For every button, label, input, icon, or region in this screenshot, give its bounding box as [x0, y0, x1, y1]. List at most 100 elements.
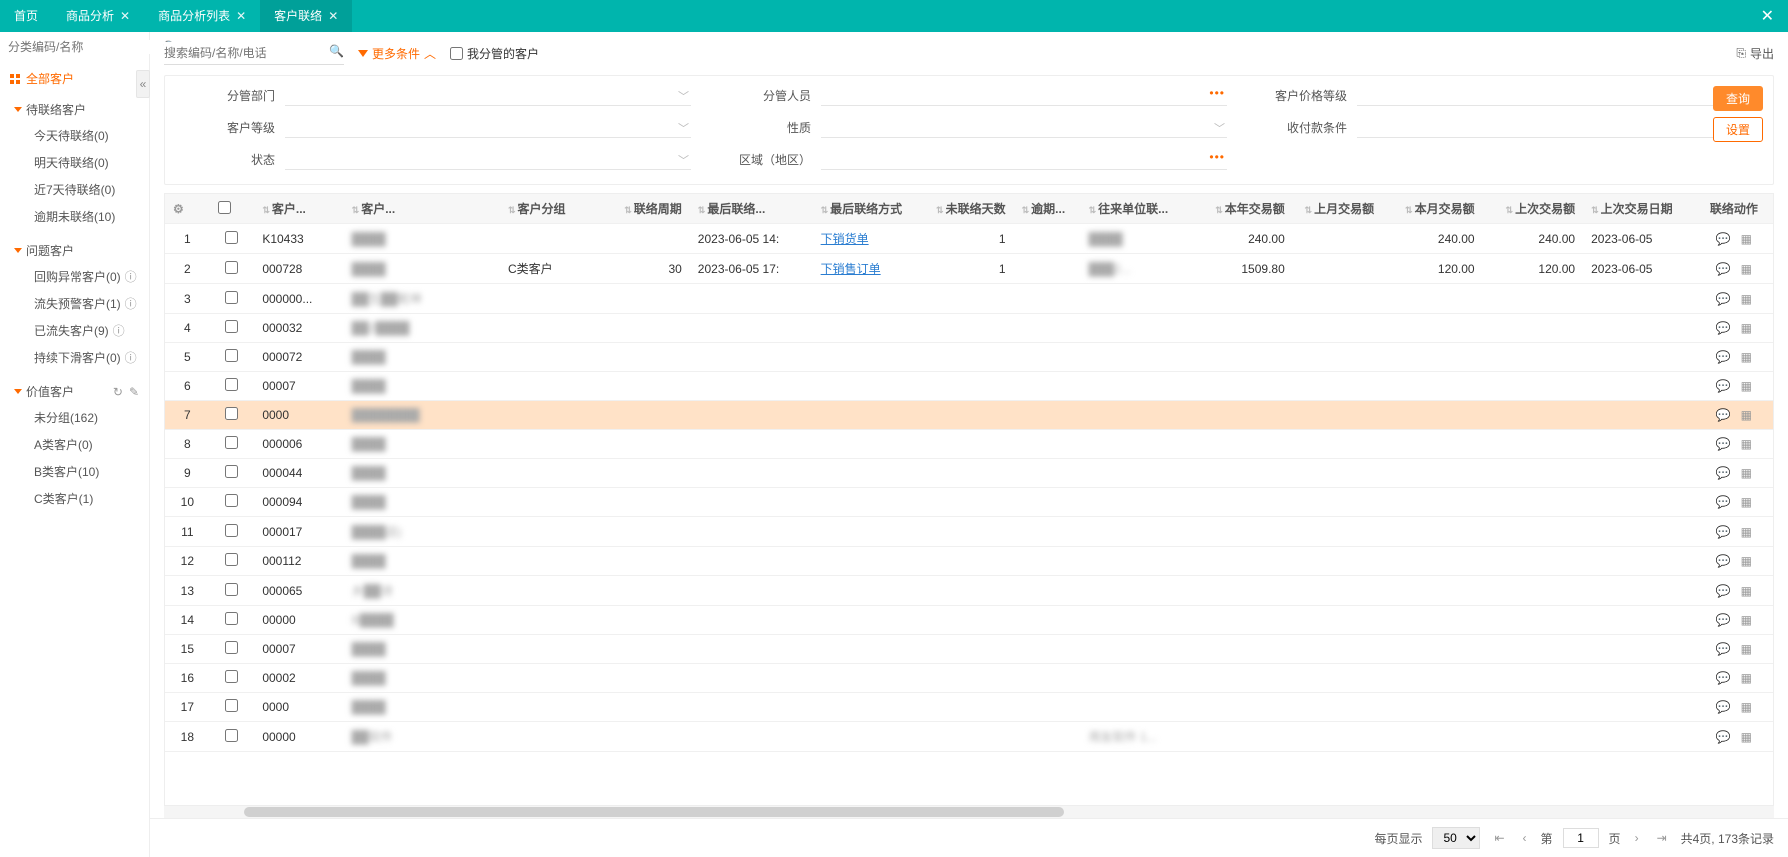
- column-header[interactable]: ⇅逾期...: [1014, 194, 1081, 224]
- column-header[interactable]: ⇅最后联络方式: [813, 194, 925, 224]
- more-action-icon[interactable]: ▦: [1741, 525, 1752, 539]
- close-icon[interactable]: ✕: [328, 0, 338, 32]
- row-checkbox[interactable]: [225, 670, 238, 683]
- sidebar-search-input[interactable]: [8, 40, 163, 54]
- row-checkbox[interactable]: [225, 291, 238, 304]
- table-row[interactable]: 600007████💬▦: [165, 372, 1773, 401]
- table-row[interactable]: 2000728████C类客户302023-06-05 17:下销售订单1███…: [165, 254, 1773, 284]
- tree-group-问题客户[interactable]: 问题客户: [0, 238, 149, 263]
- contact-action-icon[interactable]: 💬: [1716, 232, 1731, 246]
- more-action-icon[interactable]: ▦: [1741, 262, 1752, 276]
- contact-action-icon[interactable]: 💬: [1716, 525, 1731, 539]
- row-checkbox[interactable]: [225, 436, 238, 449]
- pager-first-icon[interactable]: ⇤: [1490, 831, 1508, 845]
- filter-input-客户价格等级[interactable]: ﹀: [1357, 84, 1763, 106]
- table-row[interactable]: 9000044████💬▦: [165, 459, 1773, 488]
- sort-icon[interactable]: ⇅: [1506, 205, 1514, 216]
- filter-input-收付款条件[interactable]: ﹀: [1357, 116, 1763, 138]
- contact-action-icon[interactable]: 💬: [1716, 408, 1731, 422]
- more-action-icon[interactable]: ▦: [1741, 495, 1752, 509]
- table-row[interactable]: 5000072████💬▦: [165, 343, 1773, 372]
- table-row[interactable]: 1500007████💬▦: [165, 635, 1773, 664]
- search-icon[interactable]: 🔍: [329, 44, 344, 58]
- contact-action-icon[interactable]: 💬: [1716, 642, 1731, 656]
- sort-icon[interactable]: ⇅: [1305, 205, 1313, 216]
- contact-action-icon[interactable]: 💬: [1716, 730, 1731, 744]
- tree-item[interactable]: 明天待联络(0): [0, 149, 149, 176]
- more-action-icon[interactable]: ▦: [1741, 466, 1752, 480]
- tree-item[interactable]: A类客户(0): [0, 431, 149, 458]
- tree-item[interactable]: 近7天待联络(0): [0, 176, 149, 203]
- column-header[interactable]: ⇅联络周期: [600, 194, 689, 224]
- row-checkbox[interactable]: [225, 699, 238, 712]
- contact-action-icon[interactable]: 💬: [1716, 379, 1731, 393]
- more-action-icon[interactable]: ▦: [1741, 730, 1752, 744]
- table-row[interactable]: 13000065乡██诗💬▦: [165, 576, 1773, 606]
- column-header[interactable]: ⇅上月交易额: [1293, 194, 1382, 224]
- sort-icon[interactable]: ⇅: [1215, 205, 1223, 216]
- filter-input-客户等级[interactable]: ﹀: [285, 116, 691, 138]
- tree-group-价值客户[interactable]: 价值客户↻✎: [0, 379, 149, 404]
- sort-icon[interactable]: ⇅: [1089, 205, 1097, 216]
- settings-button[interactable]: 设置: [1713, 117, 1763, 142]
- table-row[interactable]: 1600002████💬▦: [165, 664, 1773, 693]
- more-action-icon[interactable]: ▦: [1741, 671, 1752, 685]
- sidebar-collapse-handle[interactable]: «: [136, 70, 150, 98]
- more-conditions-toggle[interactable]: 更多条件 ︿: [358, 45, 436, 62]
- my-customers-checkbox[interactable]: 我分管的客户: [450, 45, 539, 62]
- chevron-down-icon[interactable]: ﹀: [1214, 120, 1225, 136]
- column-header[interactable]: ⇅往来单位联...: [1081, 194, 1193, 224]
- column-header[interactable]: ⇅本月交易额: [1382, 194, 1483, 224]
- column-header[interactable]: ⇅客户...: [344, 194, 500, 224]
- more-action-icon[interactable]: ▦: [1741, 700, 1752, 714]
- filter-input-分管人员[interactable]: •••: [821, 84, 1227, 106]
- my-customers-input[interactable]: [450, 47, 463, 60]
- tree-item[interactable]: 回购异常客户(0) ⓘ: [0, 263, 149, 290]
- more-action-icon[interactable]: ▦: [1741, 379, 1752, 393]
- tree-item[interactable]: 流失预警客户(1) ⓘ: [0, 290, 149, 317]
- more-action-icon[interactable]: ▦: [1741, 292, 1752, 306]
- row-checkbox[interactable]: [225, 407, 238, 420]
- sort-icon[interactable]: ⇅: [936, 205, 944, 216]
- sort-icon[interactable]: ⇅: [1022, 205, 1030, 216]
- close-icon[interactable]: ✕: [120, 0, 130, 32]
- table-row[interactable]: 1800000██软件用友软件 1...💬▦: [165, 722, 1773, 752]
- tab-商品分析[interactable]: 商品分析✕: [52, 0, 144, 32]
- select-all-checkbox[interactable]: [218, 201, 231, 214]
- chevron-down-icon[interactable]: ﹀: [678, 152, 689, 168]
- row-checkbox[interactable]: [225, 378, 238, 391]
- more-action-icon[interactable]: ▦: [1741, 408, 1752, 422]
- table-row[interactable]: 11000017████店)💬▦: [165, 517, 1773, 547]
- help-icon[interactable]: ⓘ: [125, 268, 137, 285]
- column-header[interactable]: ⇅上次交易额: [1483, 194, 1584, 224]
- table-row[interactable]: 70000████████💬▦: [165, 401, 1773, 430]
- last-contact-link[interactable]: 下销售订单: [821, 262, 881, 276]
- column-header[interactable]: ⇅本年交易额: [1192, 194, 1293, 224]
- table-row[interactable]: 3000000...██生██乾坤💬▦: [165, 284, 1773, 314]
- help-icon[interactable]: ⓘ: [125, 295, 137, 312]
- export-button[interactable]: ⎘ 导出: [1736, 45, 1774, 62]
- filter-input-分管部门[interactable]: ﹀: [285, 84, 691, 106]
- column-header[interactable]: ⚙: [165, 194, 210, 224]
- row-checkbox[interactable]: [225, 729, 238, 742]
- column-header[interactable]: ⇅最后联络...: [690, 194, 813, 224]
- more-action-icon[interactable]: ▦: [1741, 350, 1752, 364]
- contact-action-icon[interactable]: 💬: [1716, 671, 1731, 685]
- sort-icon[interactable]: ⇅: [698, 205, 706, 216]
- table-row[interactable]: 12000112████💬▦: [165, 547, 1773, 576]
- tree-item[interactable]: 已流失客户(9) ⓘ: [0, 317, 149, 344]
- search-input[interactable]: [164, 42, 344, 65]
- contact-action-icon[interactable]: 💬: [1716, 613, 1731, 627]
- column-header[interactable]: ⇅未联络天数: [924, 194, 1013, 224]
- tree-item[interactable]: 逾期未联络(10): [0, 203, 149, 230]
- contact-action-icon[interactable]: 💬: [1716, 466, 1731, 480]
- tree-item[interactable]: C类客户(1): [0, 485, 149, 512]
- more-action-icon[interactable]: ▦: [1741, 232, 1752, 246]
- contact-action-icon[interactable]: 💬: [1716, 700, 1731, 714]
- sort-icon[interactable]: ⇅: [508, 205, 516, 216]
- more-action-icon[interactable]: ▦: [1741, 321, 1752, 335]
- sort-icon[interactable]: ⇅: [821, 205, 829, 216]
- last-contact-link[interactable]: 下销货单: [821, 232, 869, 246]
- more-icon[interactable]: •••: [1209, 86, 1225, 100]
- tree-item[interactable]: B类客户(10): [0, 458, 149, 485]
